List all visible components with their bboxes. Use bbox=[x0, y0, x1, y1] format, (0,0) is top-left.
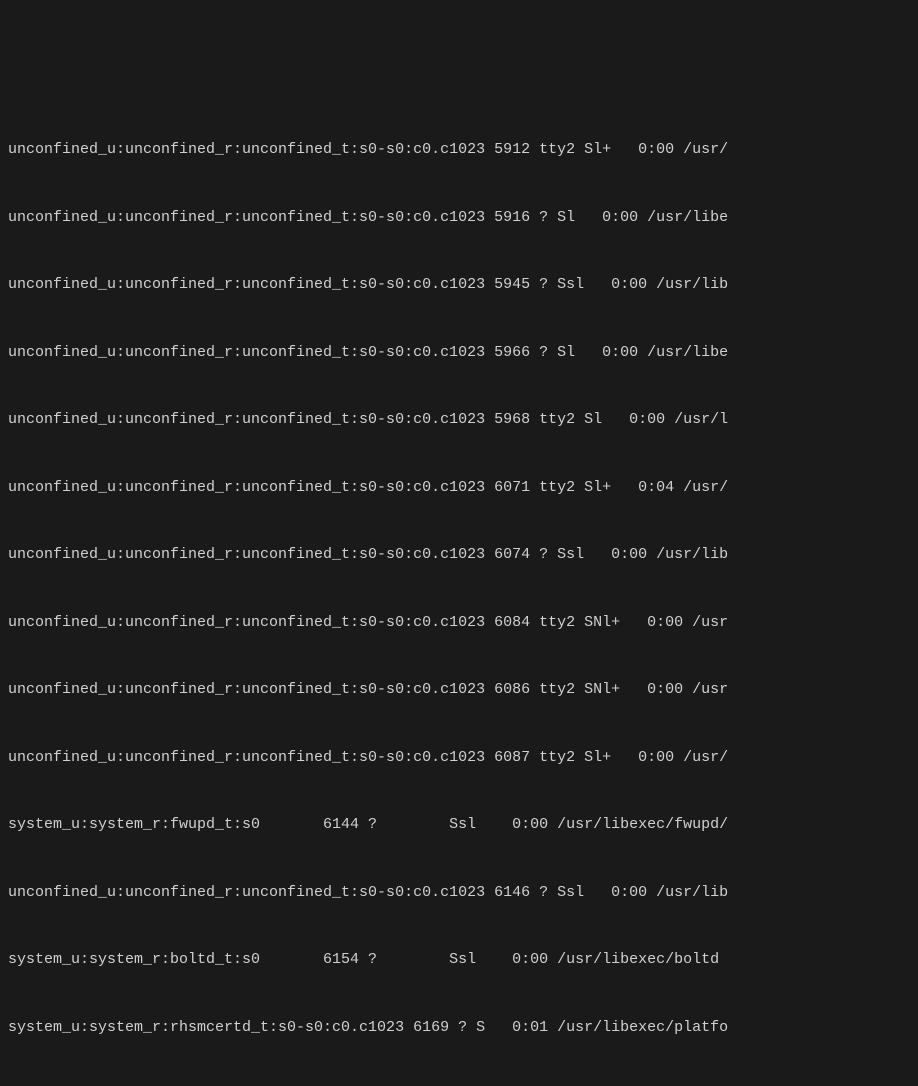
process-line: unconfined_u:unconfined_r:unconfined_t:s… bbox=[8, 409, 910, 432]
process-line: unconfined_u:unconfined_r:unconfined_t:s… bbox=[8, 139, 910, 162]
process-line: unconfined_u:unconfined_r:unconfined_t:s… bbox=[8, 544, 910, 567]
process-line: unconfined_u:unconfined_r:unconfined_t:s… bbox=[8, 477, 910, 500]
terminal-output[interactable]: unconfined_u:unconfined_r:unconfined_t:s… bbox=[0, 90, 918, 1086]
process-line: system_u:system_r:fwupd_t:s0 6144 ? Ssl … bbox=[8, 814, 910, 837]
process-line: unconfined_u:unconfined_r:unconfined_t:s… bbox=[8, 612, 910, 635]
process-line: system_u:system_r:rhsmcertd_t:s0-s0:c0.c… bbox=[8, 1017, 910, 1040]
process-line: system_u:system_r:boltd_t:s0 6154 ? Ssl … bbox=[8, 949, 910, 972]
process-line: unconfined_u:unconfined_r:unconfined_t:s… bbox=[8, 274, 910, 297]
process-line: unconfined_u:unconfined_r:unconfined_t:s… bbox=[8, 1084, 910, 1086]
process-line: unconfined_u:unconfined_r:unconfined_t:s… bbox=[8, 882, 910, 905]
process-line: unconfined_u:unconfined_r:unconfined_t:s… bbox=[8, 342, 910, 365]
process-line: unconfined_u:unconfined_r:unconfined_t:s… bbox=[8, 207, 910, 230]
process-line: unconfined_u:unconfined_r:unconfined_t:s… bbox=[8, 747, 910, 770]
process-line: unconfined_u:unconfined_r:unconfined_t:s… bbox=[8, 679, 910, 702]
